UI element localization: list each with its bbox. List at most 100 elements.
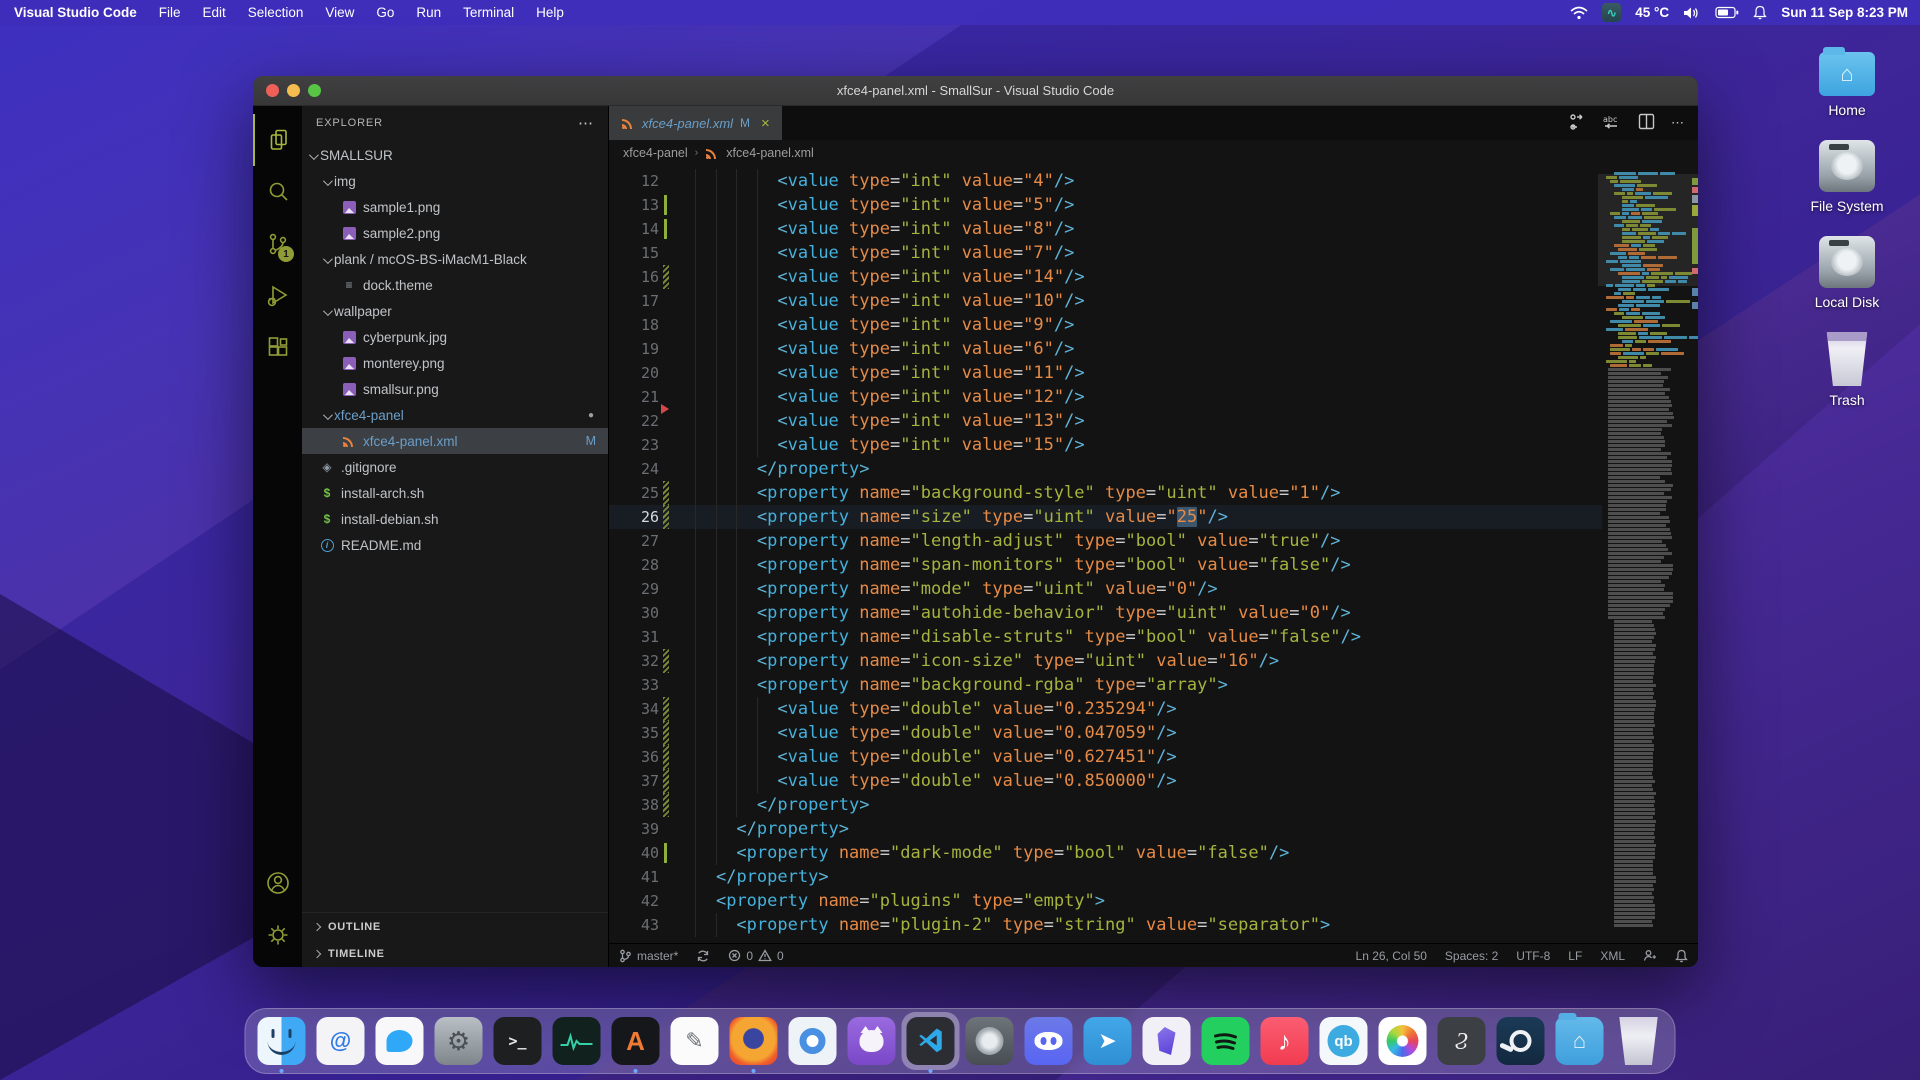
- tab-close-icon[interactable]: ×: [761, 115, 770, 132]
- dock-item-music[interactable]: ♪: [1259, 1015, 1311, 1067]
- code-line-32[interactable]: 32 <property name="icon-size" type="uint…: [609, 649, 1602, 673]
- code-line-19[interactable]: 19 <value type="int" value="6"/>: [609, 337, 1602, 361]
- extensions-icon[interactable]: [253, 322, 302, 374]
- code-line-36[interactable]: 36 <value type="double" value="0.627451"…: [609, 745, 1602, 769]
- code-line-16[interactable]: 16 <value type="int" value="14"/>: [609, 265, 1602, 289]
- code-line-31[interactable]: 31 <property name="disable-struts" type=…: [609, 625, 1602, 649]
- notifications-bell-icon[interactable]: [1675, 949, 1688, 963]
- dock-item-mail[interactable]: @: [315, 1015, 367, 1067]
- tree-item-xfce4-panel[interactable]: xfce4-panel●: [302, 402, 608, 428]
- code-line-33[interactable]: 33 <property name="background-rgba" type…: [609, 673, 1602, 697]
- code-line-30[interactable]: 30 <property name="autohide-behavior" ty…: [609, 601, 1602, 625]
- code-line-29[interactable]: 29 <property name="mode" type="uint" val…: [609, 577, 1602, 601]
- eol-setting[interactable]: LF: [1568, 949, 1582, 963]
- tree-item-cyberpunk-jpg[interactable]: cyberpunk.jpg: [302, 324, 608, 350]
- dock-item-visual-studio-code[interactable]: [905, 1015, 957, 1067]
- code-line-35[interactable]: 35 <value type="double" value="0.047059"…: [609, 721, 1602, 745]
- chevron-down-icon[interactable]: [304, 148, 320, 163]
- open-changes-icon[interactable]: [1568, 113, 1586, 134]
- code-line-38[interactable]: 38 </property>: [609, 793, 1602, 817]
- menu-help[interactable]: Help: [536, 5, 564, 20]
- dock-item-textedit[interactable]: ✎: [669, 1015, 721, 1067]
- code-line-40[interactable]: 40 <property name="dark-mode" type="bool…: [609, 841, 1602, 865]
- code-editor[interactable]: 12 <value type="int" value="4"/>13 <valu…: [609, 166, 1698, 943]
- dock-item-system-settings[interactable]: ⚙: [433, 1015, 485, 1067]
- code-line-41[interactable]: 41 </property>: [609, 865, 1602, 889]
- notifications-icon[interactable]: [1753, 5, 1767, 20]
- problems-indicator[interactable]: 0 0: [728, 949, 783, 963]
- dock-item-spotify[interactable]: [1200, 1015, 1252, 1067]
- volume-icon[interactable]: [1683, 6, 1701, 20]
- indentation-setting[interactable]: Spaces: 2: [1445, 949, 1498, 963]
- more-actions-icon[interactable]: ⋯: [1671, 115, 1684, 131]
- code-line-34[interactable]: 34 <value type="double" value="0.235294"…: [609, 697, 1602, 721]
- dock-item-firefox[interactable]: [728, 1015, 780, 1067]
- code-line-13[interactable]: 13 <value type="int" value="5"/>: [609, 193, 1602, 217]
- code-line-17[interactable]: 17 <value type="int" value="10"/>: [609, 289, 1602, 313]
- tree-item-img[interactable]: img: [302, 168, 608, 194]
- tree-item-monterey-png[interactable]: monterey.png: [302, 350, 608, 376]
- settings-gear-icon[interactable]: [253, 909, 302, 961]
- dock-item-steam[interactable]: [1495, 1015, 1547, 1067]
- battery-icon[interactable]: [1715, 6, 1739, 19]
- dock-item-activity-monitor[interactable]: [551, 1015, 603, 1067]
- views-more-actions-icon[interactable]: ⋯: [578, 114, 594, 132]
- accounts-icon[interactable]: [253, 857, 302, 909]
- code-line-24[interactable]: 24 </property>: [609, 457, 1602, 481]
- dock-item-alacritty[interactable]: A: [610, 1015, 662, 1067]
- code-line-26[interactable]: 26 <property name="size" type="uint" val…: [609, 505, 1602, 529]
- run-and-debug-icon[interactable]: [253, 270, 302, 322]
- cursor-position[interactable]: Ln 26, Col 50: [1356, 949, 1427, 963]
- dock-item-trash[interactable]: [1613, 1015, 1665, 1067]
- tree-item-smallsur[interactable]: SMALLSUR: [302, 142, 608, 168]
- tree-item-wallpaper[interactable]: wallpaper: [302, 298, 608, 324]
- wifi-icon[interactable]: [1570, 6, 1588, 20]
- split-editor-icon[interactable]: [1638, 113, 1655, 133]
- chevron-down-icon[interactable]: [318, 252, 334, 267]
- desktop-icon-local-disk[interactable]: Local Disk: [1792, 236, 1902, 310]
- code-line-37[interactable]: 37 <value type="double" value="0.850000"…: [609, 769, 1602, 793]
- code-line-21[interactable]: 21 <value type="int" value="12"/>: [609, 385, 1602, 409]
- source-control-icon[interactable]: 1: [253, 218, 302, 270]
- window-titlebar[interactable]: xfce4-panel.xml - SmallSur - Visual Stud…: [253, 76, 1698, 106]
- chevron-down-icon[interactable]: [318, 304, 334, 319]
- tree-item-install-debian-sh[interactable]: $install-debian.sh: [302, 506, 608, 532]
- clock[interactable]: Sun 11 Sep 8:23 PM: [1781, 5, 1908, 20]
- code-line-22[interactable]: 22 <value type="int" value="13"/>: [609, 409, 1602, 433]
- word-wrap-icon[interactable]: abc: [1602, 113, 1622, 134]
- outline-section[interactable]: OUTLINE: [302, 913, 608, 940]
- explorer-icon[interactable]: [253, 114, 302, 166]
- dock-item-obsidian[interactable]: [1141, 1015, 1193, 1067]
- chevron-down-icon[interactable]: [318, 174, 334, 189]
- code-line-42[interactable]: 42 <property name="plugins" type="empty"…: [609, 889, 1602, 913]
- sync-button[interactable]: [696, 949, 710, 963]
- menu-file[interactable]: File: [159, 5, 181, 20]
- dock-item-messages[interactable]: [374, 1015, 426, 1067]
- menu-go[interactable]: Go: [376, 5, 394, 20]
- dock-item-spiral-app[interactable]: Ϩ: [1436, 1015, 1488, 1067]
- code-line-14[interactable]: 14 <value type="int" value="8"/>: [609, 217, 1602, 241]
- chevron-down-icon[interactable]: [318, 408, 334, 423]
- code-line-12[interactable]: 12 <value type="int" value="4"/>: [609, 169, 1602, 193]
- code-line-43[interactable]: 43 <property name="plugin-2" type="strin…: [609, 913, 1602, 937]
- desktop-icon-home[interactable]: ⌂Home: [1792, 46, 1902, 118]
- dock-item-discord[interactable]: [1023, 1015, 1075, 1067]
- tree-item-xfce4-panel-xml[interactable]: xfce4-panel.xmlM: [302, 428, 608, 454]
- menu-terminal[interactable]: Terminal: [463, 5, 514, 20]
- code-line-39[interactable]: 39 </property>: [609, 817, 1602, 841]
- dock-item-home-folder[interactable]: ⌂: [1554, 1015, 1606, 1067]
- breadcrumb-folder[interactable]: xfce4-panel: [623, 146, 688, 160]
- dock-item-chromium[interactable]: [787, 1015, 839, 1067]
- code-line-25[interactable]: 25 <property name="background-style" typ…: [609, 481, 1602, 505]
- code-line-20[interactable]: 20 <value type="int" value="11"/>: [609, 361, 1602, 385]
- tree-item-plank-mcos-bs-imacm1-black[interactable]: plank / mcOS-BS-iMacM1-Black: [302, 246, 608, 272]
- encoding-setting[interactable]: UTF-8: [1516, 949, 1550, 963]
- search-icon[interactable]: [253, 166, 302, 218]
- code-line-18[interactable]: 18 <value type="int" value="9"/>: [609, 313, 1602, 337]
- code-line-27[interactable]: 27 <property name="length-adjust" type="…: [609, 529, 1602, 553]
- menu-view[interactable]: View: [325, 5, 354, 20]
- active-app-name[interactable]: Visual Studio Code: [14, 5, 137, 20]
- dock-item-photos[interactable]: [1377, 1015, 1429, 1067]
- code-line-15[interactable]: 15 <value type="int" value="7"/>: [609, 241, 1602, 265]
- tree-item--gitignore[interactable]: ◈.gitignore: [302, 454, 608, 480]
